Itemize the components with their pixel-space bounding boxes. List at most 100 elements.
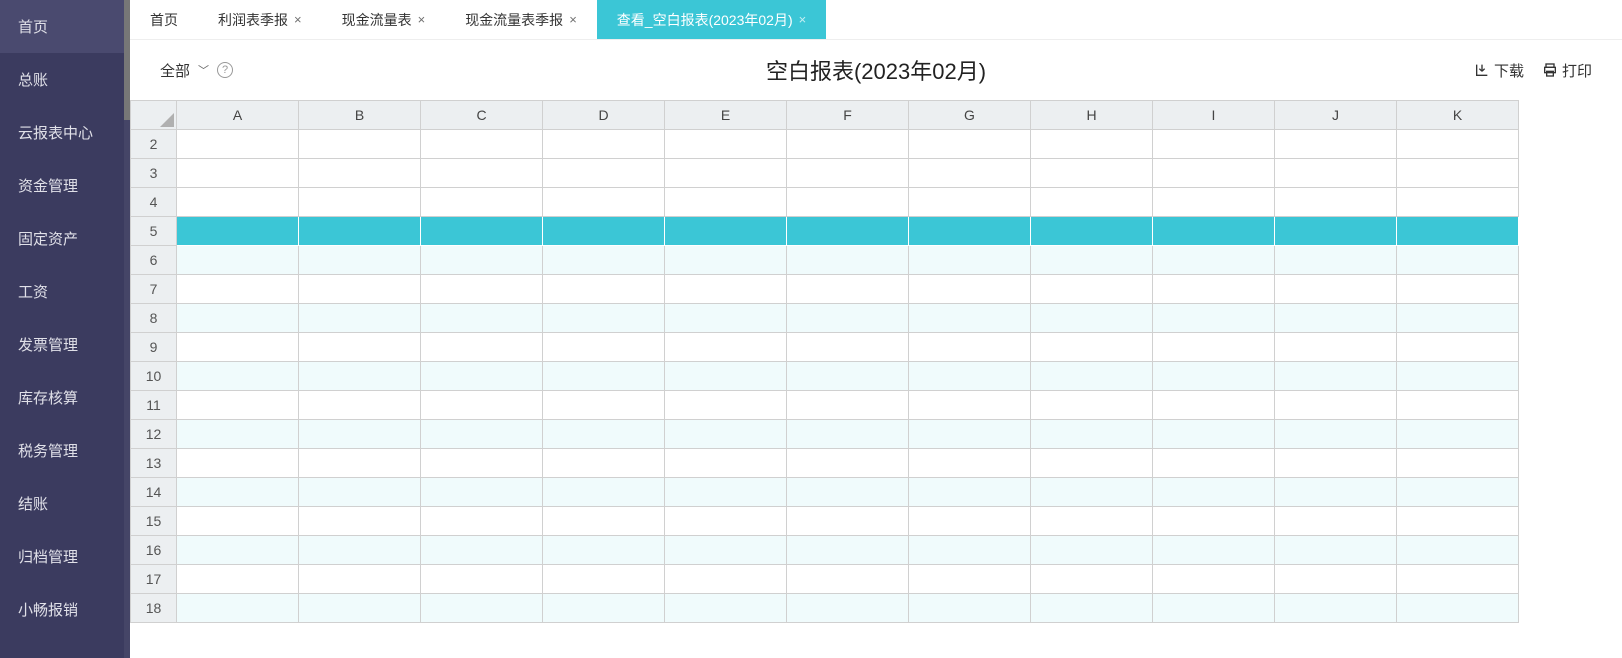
cell[interactable] [1031, 333, 1153, 362]
cell[interactable] [299, 275, 421, 304]
column-header[interactable]: D [543, 101, 665, 130]
row-header[interactable]: 9 [131, 333, 177, 362]
cell[interactable] [1275, 188, 1397, 217]
cell[interactable] [909, 565, 1031, 594]
cell[interactable] [909, 507, 1031, 536]
cell[interactable] [543, 188, 665, 217]
cell[interactable] [543, 478, 665, 507]
cell[interactable] [1153, 159, 1275, 188]
sidebar-item-cloud-report[interactable]: 云报表中心 [0, 106, 130, 159]
column-header[interactable]: G [909, 101, 1031, 130]
cell[interactable] [1153, 420, 1275, 449]
cell[interactable] [177, 362, 299, 391]
sidebar-item-home[interactable]: 首页 [0, 0, 130, 53]
cell[interactable] [421, 565, 543, 594]
cell[interactable] [177, 565, 299, 594]
cell[interactable] [909, 420, 1031, 449]
cell[interactable] [1275, 246, 1397, 275]
cell[interactable] [787, 449, 909, 478]
row-header[interactable]: 16 [131, 536, 177, 565]
cell[interactable] [1397, 536, 1519, 565]
cell[interactable] [787, 420, 909, 449]
column-header[interactable]: C [421, 101, 543, 130]
cell[interactable] [1153, 391, 1275, 420]
cell[interactable] [1275, 536, 1397, 565]
row-header[interactable]: 15 [131, 507, 177, 536]
row-header[interactable]: 6 [131, 246, 177, 275]
cell[interactable] [299, 594, 421, 623]
tab-cashflow-q[interactable]: 现金流量表季报 × [445, 0, 597, 39]
cell[interactable] [665, 246, 787, 275]
cell[interactable] [1397, 333, 1519, 362]
cell[interactable] [177, 188, 299, 217]
cell[interactable] [1031, 130, 1153, 159]
column-header[interactable]: J [1275, 101, 1397, 130]
cell[interactable] [787, 565, 909, 594]
cell[interactable] [787, 217, 909, 246]
cell[interactable] [1153, 362, 1275, 391]
cell[interactable] [909, 217, 1031, 246]
cell[interactable] [177, 217, 299, 246]
cell[interactable] [177, 478, 299, 507]
cell[interactable] [665, 217, 787, 246]
cell[interactable] [909, 478, 1031, 507]
cell[interactable] [299, 507, 421, 536]
cell[interactable] [543, 159, 665, 188]
cell[interactable] [421, 246, 543, 275]
cell[interactable] [909, 188, 1031, 217]
row-header[interactable]: 7 [131, 275, 177, 304]
cell[interactable] [1275, 362, 1397, 391]
print-button[interactable]: 打印 [1542, 60, 1592, 81]
column-header[interactable]: F [787, 101, 909, 130]
cell[interactable] [1275, 449, 1397, 478]
row-header[interactable]: 17 [131, 565, 177, 594]
cell[interactable] [1275, 507, 1397, 536]
cell[interactable] [543, 304, 665, 333]
cell[interactable] [543, 536, 665, 565]
cell[interactable] [177, 594, 299, 623]
sidebar-item-closing[interactable]: 结账 [0, 477, 130, 530]
cell[interactable] [543, 420, 665, 449]
cell[interactable] [299, 304, 421, 333]
cell[interactable] [543, 449, 665, 478]
cell[interactable] [543, 217, 665, 246]
cell[interactable] [177, 246, 299, 275]
sidebar-item-invoice[interactable]: 发票管理 [0, 318, 130, 371]
cell[interactable] [665, 130, 787, 159]
sidebar-item-tax[interactable]: 税务管理 [0, 424, 130, 477]
cell[interactable] [787, 159, 909, 188]
cell[interactable] [299, 478, 421, 507]
cell[interactable] [1397, 507, 1519, 536]
cell[interactable] [665, 594, 787, 623]
cell[interactable] [665, 391, 787, 420]
cell[interactable] [909, 449, 1031, 478]
cell[interactable] [787, 594, 909, 623]
cell[interactable] [543, 565, 665, 594]
cell[interactable] [299, 333, 421, 362]
cell[interactable] [299, 246, 421, 275]
tab-profit[interactable]: 利润表季报 × [198, 0, 322, 39]
cell[interactable] [299, 420, 421, 449]
cell[interactable] [421, 507, 543, 536]
cell[interactable] [421, 130, 543, 159]
cell[interactable] [1153, 536, 1275, 565]
sheet-corner[interactable] [131, 101, 177, 130]
cell[interactable] [665, 420, 787, 449]
cell[interactable] [665, 333, 787, 362]
row-header[interactable]: 13 [131, 449, 177, 478]
cell[interactable] [1397, 275, 1519, 304]
cell[interactable] [665, 188, 787, 217]
cell[interactable] [1275, 217, 1397, 246]
cell[interactable] [909, 594, 1031, 623]
cell[interactable] [1397, 420, 1519, 449]
cell[interactable] [787, 130, 909, 159]
row-header[interactable]: 3 [131, 159, 177, 188]
cell[interactable] [665, 536, 787, 565]
cell[interactable] [299, 130, 421, 159]
sidebar-item-expense[interactable]: 小畅报销 [0, 583, 130, 636]
cell[interactable] [421, 391, 543, 420]
row-header[interactable]: 18 [131, 594, 177, 623]
cell[interactable] [1031, 159, 1153, 188]
cell[interactable] [665, 275, 787, 304]
cell[interactable] [787, 275, 909, 304]
